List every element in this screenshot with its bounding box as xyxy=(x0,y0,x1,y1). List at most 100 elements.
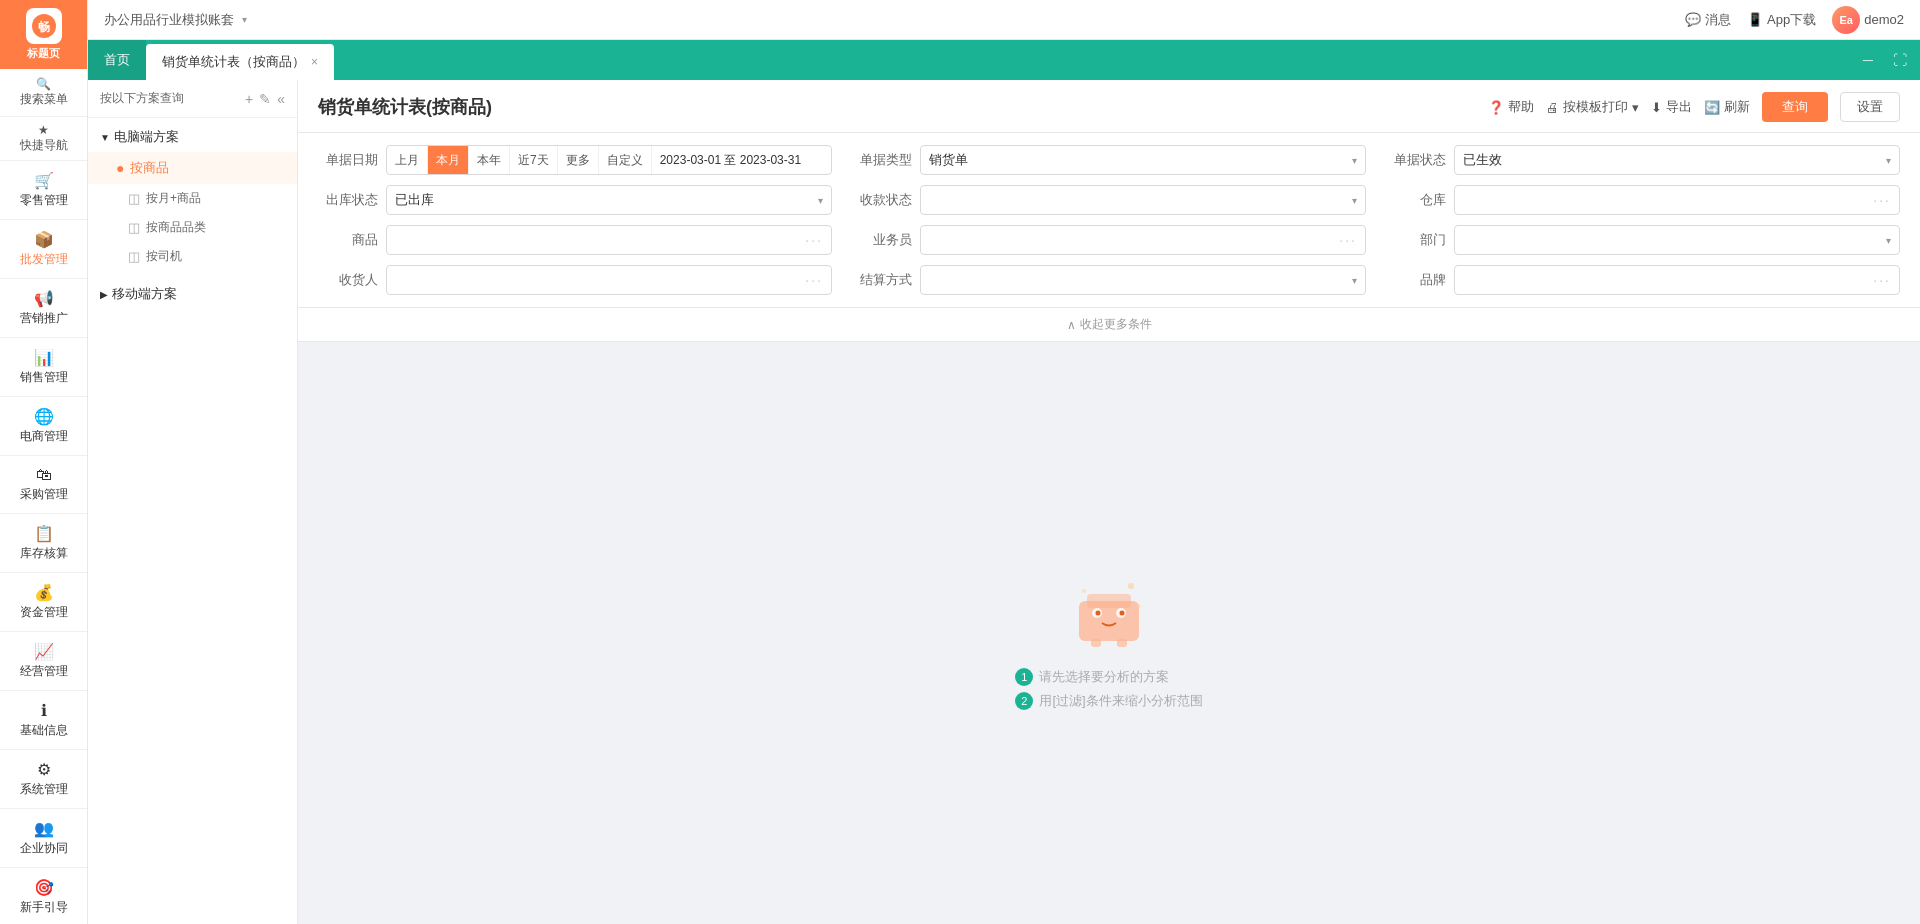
print-button[interactable]: 🖨 按模板打印 ▾ xyxy=(1546,98,1639,116)
app-download-icon: 📱 xyxy=(1747,12,1763,27)
type-select[interactable]: 销货单 ▾ xyxy=(920,145,1366,175)
driver-icon: ◫ xyxy=(128,249,140,264)
dept-arrow: ▾ xyxy=(1886,235,1891,246)
refresh-button[interactable]: 🔄 刷新 xyxy=(1704,98,1750,116)
date-curr-year-btn[interactable]: 本年 xyxy=(469,146,510,174)
scheme-subitem-product-category[interactable]: ◫ 按商品品类 xyxy=(88,213,297,242)
search-icon: 🔍 xyxy=(4,77,83,91)
stock-out-select[interactable]: 已出库 ▾ xyxy=(386,185,832,215)
tab-maximize-button[interactable]: ⛶ xyxy=(1888,48,1912,72)
sidebar-item-corp-collab[interactable]: 👥 企业协同 xyxy=(0,809,87,868)
svg-point-11 xyxy=(1082,589,1086,593)
warehouse-select[interactable]: ··· xyxy=(1454,185,1900,215)
sidebar-item-retail[interactable]: 🛒 零售管理 xyxy=(0,161,87,220)
tab-home[interactable]: 首页 xyxy=(88,40,146,80)
driver-label: 按司机 xyxy=(146,248,182,265)
tip-2-num: 2 xyxy=(1015,692,1033,710)
add-scheme-button[interactable]: + xyxy=(245,91,253,107)
collapse-button[interactable]: ∧ 收起更多条件 xyxy=(1067,316,1152,333)
scheme-group-mobile: ▶ 移动端方案 xyxy=(88,275,297,313)
sidebar-item-basic-info[interactable]: ℹ 基础信息 xyxy=(0,691,87,750)
scheme-item-by-product[interactable]: ● 按商品 xyxy=(88,152,297,184)
payment-select[interactable]: ▾ xyxy=(920,265,1366,295)
dept-select[interactable]: ▾ xyxy=(1454,225,1900,255)
sidebar-item-quick-nav[interactable]: ★ 快捷导航 xyxy=(0,117,87,161)
sidebar-item-management[interactable]: 📈 经营管理 xyxy=(0,632,87,691)
sidebar-item-sales[interactable]: 📊 销售管理 xyxy=(0,338,87,397)
sidebar-item-wholesale[interactable]: 📦 批发管理 xyxy=(0,220,87,279)
tab-active-label: 销货单统计表（按商品） xyxy=(162,53,305,71)
product-dots[interactable]: ··· xyxy=(805,232,823,248)
empty-tip-2: 2 用[过滤]条件来缩小分析范围 xyxy=(1015,692,1202,710)
filter-row-2: 出库状态 已出库 ▾ 收款状态 ▾ 仓库 xyxy=(318,185,1900,215)
staff-dots[interactable]: ··· xyxy=(1339,232,1357,248)
receive-status-select[interactable]: ▾ xyxy=(920,185,1366,215)
receiver-select[interactable]: ··· xyxy=(386,265,832,295)
svg-text:畅: 畅 xyxy=(38,20,50,34)
sidebar-item-marketing[interactable]: 📢 营销推广 xyxy=(0,279,87,338)
sidebar-logo[interactable]: 畅 标题页 xyxy=(0,0,87,69)
help-button[interactable]: ❓ 帮助 xyxy=(1488,98,1534,116)
sidebar-purchase-label: 采购管理 xyxy=(20,486,68,503)
scheme-group-mobile-title[interactable]: ▶ 移动端方案 xyxy=(88,279,297,309)
export-icon: ⬇ xyxy=(1651,100,1662,115)
date-range-value[interactable]: 2023-03-01 至 2023-03-31 xyxy=(652,152,831,169)
filter-field-receive-status: 收款状态 ▾ xyxy=(852,185,1366,215)
staff-select[interactable]: ··· xyxy=(920,225,1366,255)
message-button[interactable]: 💬 消息 xyxy=(1685,11,1731,29)
app-download-button[interactable]: 📱 App下载 xyxy=(1747,11,1816,29)
warehouse-dots[interactable]: ··· xyxy=(1873,192,1891,208)
sidebar-search-label: 搜索菜单 xyxy=(20,92,68,106)
topbar-left: 办公用品行业模拟账套 ▾ xyxy=(104,11,247,29)
filter-row-3: 商品 ··· 业务员 ··· 部门 xyxy=(318,225,1900,255)
tab-sales-stats[interactable]: 销货单统计表（按商品） × xyxy=(146,44,334,80)
tab-minimize-button[interactable]: ─ xyxy=(1856,48,1880,72)
receiver-dots[interactable]: ··· xyxy=(805,272,823,288)
month-product-icon: ◫ xyxy=(128,191,140,206)
page-title: 销货单统计表(按商品) xyxy=(318,95,492,119)
query-button[interactable]: 查询 xyxy=(1762,92,1828,122)
scheme-group-pc-title[interactable]: ▼ 电脑端方案 xyxy=(88,122,297,152)
collapse-panel-button[interactable]: « xyxy=(277,91,285,107)
topbar-right: 💬 消息 📱 App下载 Ea demo2 xyxy=(1685,6,1904,34)
sidebar-item-search[interactable]: 🔍 搜索菜单 xyxy=(0,69,87,117)
product-category-icon: ◫ xyxy=(128,220,140,235)
dept-label: 部门 xyxy=(1386,231,1446,249)
status-value: 已生效 xyxy=(1463,151,1502,169)
filter-form: 单据日期 上月 本月 本年 近7天 更多 自定义 2023-03-01 至 20… xyxy=(298,133,1920,308)
date-range-bar[interactable]: 上月 本月 本年 近7天 更多 自定义 2023-03-01 至 2023-03… xyxy=(386,145,832,175)
scheme-subitem-month-product[interactable]: ◫ 按月+商品 xyxy=(88,184,297,213)
brand-select[interactable]: ··· xyxy=(1454,265,1900,295)
print-dropdown-arrow[interactable]: ▾ xyxy=(1632,100,1639,115)
brand-dots[interactable]: ··· xyxy=(1873,272,1891,288)
industry-dropdown-arrow[interactable]: ▾ xyxy=(242,14,247,25)
date-curr-month-btn[interactable]: 本月 xyxy=(428,146,469,174)
payment-label: 结算方式 xyxy=(852,271,912,289)
tip-1-num: 1 xyxy=(1015,668,1033,686)
status-select[interactable]: 已生效 ▾ xyxy=(1454,145,1900,175)
sidebar-item-system[interactable]: ⚙ 系统管理 xyxy=(0,750,87,809)
edit-scheme-button[interactable]: ✎ xyxy=(259,91,271,107)
sidebar-nav-label: 快捷导航 xyxy=(20,138,68,152)
scheme-subitem-driver[interactable]: ◫ 按司机 xyxy=(88,242,297,271)
sidebar-item-inventory[interactable]: 📋 库存核算 xyxy=(0,514,87,573)
sidebar-item-ecommerce[interactable]: 🌐 电商管理 xyxy=(0,397,87,456)
sidebar-corp-label: 企业协同 xyxy=(20,840,68,857)
sidebar-item-newbie[interactable]: 🎯 新手引导 xyxy=(0,868,87,924)
date-7days-btn[interactable]: 近7天 xyxy=(510,146,558,174)
product-select[interactable]: ··· xyxy=(386,225,832,255)
date-custom-btn[interactable]: 自定义 xyxy=(599,146,652,174)
sidebar-item-purchase[interactable]: 🛍 采购管理 xyxy=(0,456,87,514)
tab-close-button[interactable]: × xyxy=(311,55,318,69)
by-product-icon: ● xyxy=(116,160,124,176)
settings-button[interactable]: 设置 xyxy=(1840,92,1900,122)
user-profile[interactable]: Ea demo2 xyxy=(1832,6,1904,34)
sidebar-item-finance[interactable]: 💰 资金管理 xyxy=(0,573,87,632)
export-button[interactable]: ⬇ 导出 xyxy=(1651,98,1692,116)
avatar: Ea xyxy=(1832,6,1860,34)
empty-tips: 1 请先选择要分析的方案 2 用[过滤]条件来缩小分析范围 xyxy=(1015,668,1202,710)
tip-2-text: 用[过滤]条件来缩小分析范围 xyxy=(1039,692,1202,710)
date-more-btn[interactable]: 更多 xyxy=(558,146,599,174)
payment-arrow: ▾ xyxy=(1352,275,1357,286)
date-prev-month-btn[interactable]: 上月 xyxy=(387,146,428,174)
